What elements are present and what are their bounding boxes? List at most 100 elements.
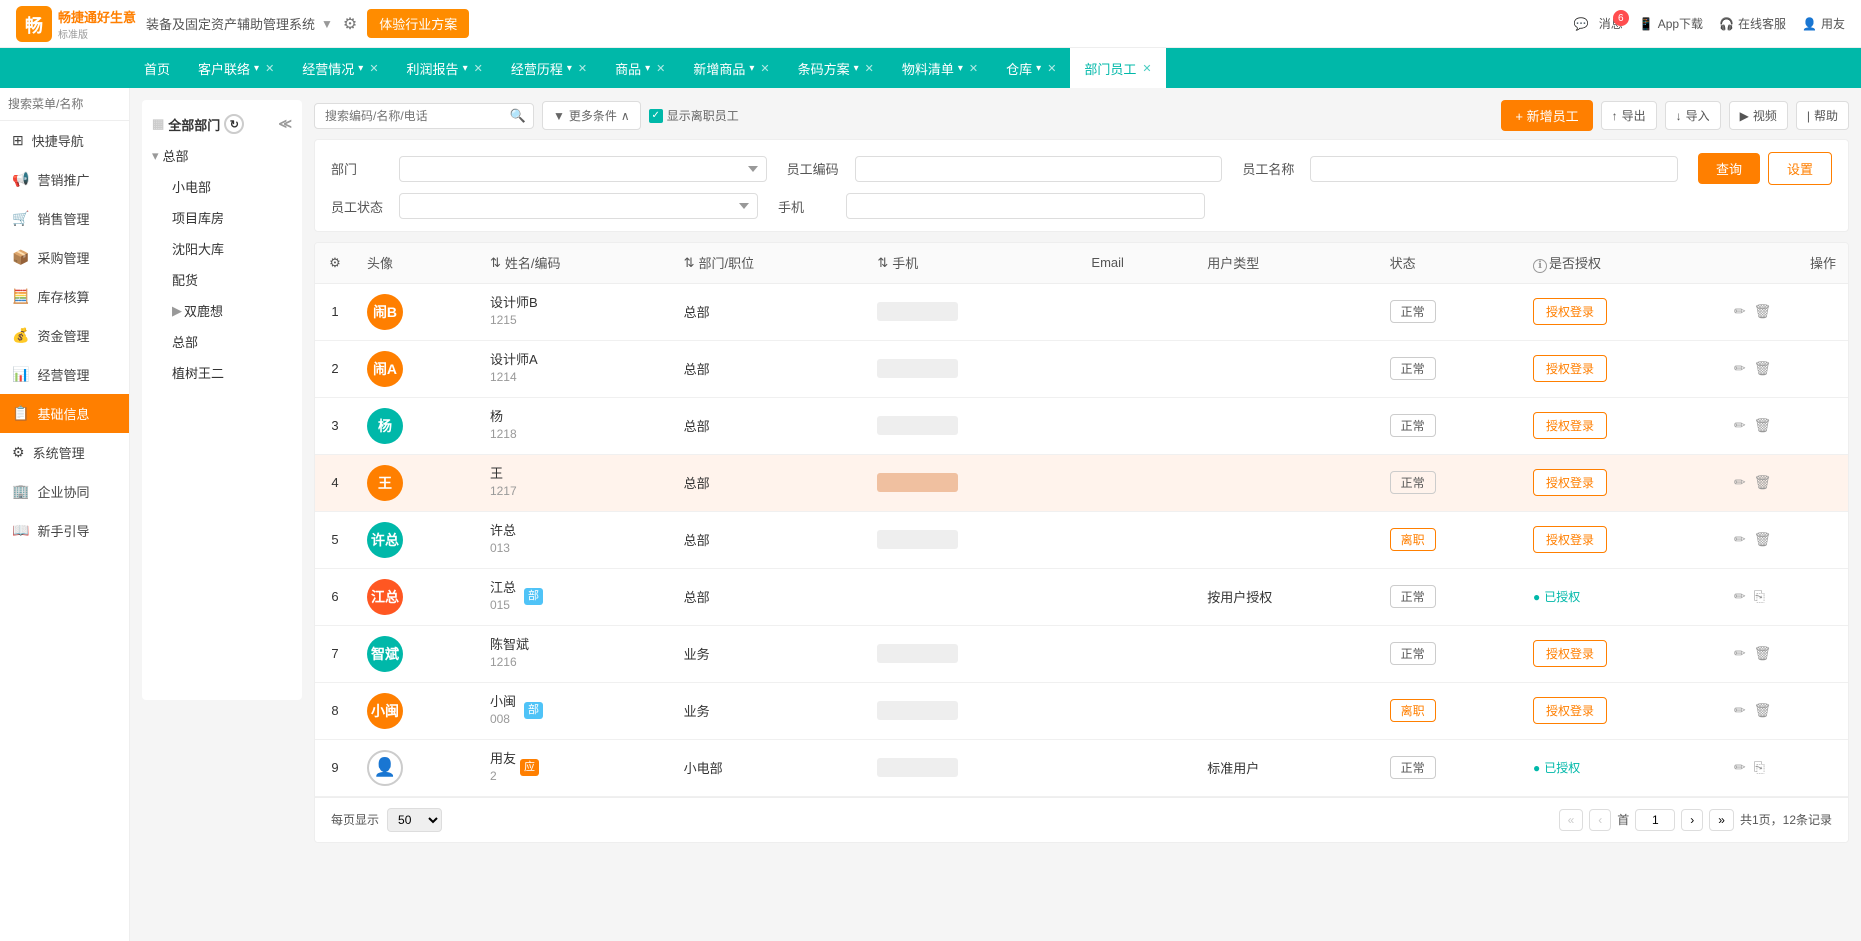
th-avatar: 头像: [355, 243, 478, 283]
auth-button[interactable]: 授权登录: [1533, 640, 1607, 667]
row-avatar: 王: [355, 454, 478, 511]
sidebar-item-marketing[interactable]: 📢 营销推广: [0, 160, 129, 199]
app-badge: 应: [520, 759, 539, 776]
tab-journey[interactable]: 经营历程 ▾ ✕: [497, 48, 601, 88]
sidebar-search-input[interactable]: [8, 97, 130, 111]
th-dept-pos[interactable]: ⇅ 部门/职位: [672, 243, 866, 283]
online-service-item[interactable]: 🎧 在线客服: [1719, 15, 1786, 32]
th-name-code[interactable]: ⇅ 姓名/编码: [478, 243, 672, 283]
prev-page-button[interactable]: ‹: [1589, 809, 1611, 831]
edit-icon[interactable]: ✏: [1734, 759, 1746, 776]
delete-icon[interactable]: 🗑: [1754, 531, 1772, 548]
edit-icon[interactable]: ✏: [1734, 645, 1746, 662]
dept-tree-item-double[interactable]: ▶ 双鹿想: [142, 295, 302, 326]
dept-refresh-icon[interactable]: ↻: [224, 114, 244, 134]
page-size-select[interactable]: 10 20 50 100: [387, 808, 442, 832]
message-item[interactable]: 💬 6 消息: [1574, 15, 1623, 32]
status-filter-select[interactable]: [399, 193, 758, 219]
sidebar-item-enterprise[interactable]: 🏢 企业协同: [0, 472, 129, 511]
tab-home[interactable]: 首页: [130, 48, 184, 88]
delete-icon[interactable]: 🗑: [1754, 474, 1772, 491]
dept-tree-item-head[interactable]: ▾ 总部: [142, 140, 302, 171]
edit-icon[interactable]: ✏: [1734, 360, 1746, 377]
copy-icon[interactable]: ⎘: [1754, 588, 1765, 605]
dept-tree-item-planting[interactable]: 植树王二: [142, 357, 302, 388]
row-avatar: 江总: [355, 568, 478, 625]
export-button[interactable]: ↑ 导出: [1601, 101, 1657, 130]
th-phone[interactable]: ⇅ 手机: [865, 243, 1079, 283]
app-download-item[interactable]: 📱 App下载: [1639, 15, 1703, 32]
auth-button[interactable]: 授权登录: [1533, 355, 1607, 382]
auth-button[interactable]: 授权登录: [1533, 526, 1607, 553]
user-icon: 👤: [1802, 17, 1817, 31]
delete-icon[interactable]: 🗑: [1754, 360, 1772, 377]
edit-icon[interactable]: ✏: [1734, 474, 1746, 491]
edit-icon[interactable]: ✏: [1734, 702, 1746, 719]
next-page-button[interactable]: ›: [1681, 809, 1703, 831]
delete-icon[interactable]: 🗑: [1754, 702, 1772, 719]
dept-tree-item-small-elec[interactable]: 小电部: [142, 171, 302, 202]
sidebar-item-sales[interactable]: 🛒 销售管理: [0, 199, 129, 238]
tab-business-status[interactable]: 经营情况 ▾ ✕: [288, 48, 392, 88]
tab-employees[interactable]: 部门员工 ✕: [1070, 48, 1165, 88]
edit-icon[interactable]: ✏: [1734, 303, 1746, 320]
first-page-button[interactable]: «: [1559, 809, 1584, 831]
sidebar-item-inventory[interactable]: 🧮 库存核算: [0, 277, 129, 316]
tab-customer[interactable]: 客户联络 ▾ ✕: [184, 48, 288, 88]
tab-customer-close[interactable]: ✕: [265, 62, 274, 75]
page-number-input[interactable]: [1635, 809, 1675, 831]
delete-icon[interactable]: 🗑: [1754, 303, 1772, 320]
edit-icon[interactable]: ✏: [1734, 531, 1746, 548]
experience-button[interactable]: 体验行业方案: [367, 9, 469, 38]
dept-tree-item-project[interactable]: 项目库房: [142, 202, 302, 233]
row-dept: 总部: [672, 454, 866, 511]
tab-bom[interactable]: 物料清单 ▾ ✕: [888, 48, 992, 88]
auth-button[interactable]: 授权登录: [1533, 412, 1607, 439]
tab-barcode[interactable]: 条码方案 ▾ ✕: [784, 48, 888, 88]
th-settings[interactable]: ⚙: [315, 243, 355, 283]
sidebar-item-guide[interactable]: 📖 新手引导: [0, 511, 129, 550]
search-input[interactable]: [314, 103, 534, 129]
tab-new-product[interactable]: 新增商品 ▾ ✕: [679, 48, 783, 88]
sidebar-item-finance[interactable]: 💰 资金管理: [0, 316, 129, 355]
delete-icon[interactable]: 🗑: [1754, 417, 1772, 434]
tab-warehouse[interactable]: 仓库 ▾ ✕: [992, 48, 1070, 88]
help-button[interactable]: | 帮助: [1796, 101, 1849, 130]
phone-filter-label: 手机: [778, 197, 838, 216]
sidebar-item-basic[interactable]: 📋 基础信息: [0, 394, 129, 433]
auth-button[interactable]: 授权登录: [1533, 697, 1607, 724]
filter-row-1: 部门 员工编码 员工名称 查询 设置: [331, 152, 1832, 185]
auth-button[interactable]: 授权登录: [1533, 469, 1607, 496]
phone-filter-input[interactable]: [846, 193, 1205, 219]
edit-icon[interactable]: ✏: [1734, 588, 1746, 605]
user-item[interactable]: 👤 用友: [1802, 15, 1845, 32]
dept-tree-item-delivery[interactable]: 配货: [142, 264, 302, 295]
tab-profit[interactable]: 利润报告 ▾ ✕: [393, 48, 497, 88]
query-button[interactable]: 查询: [1698, 153, 1760, 184]
inventory-icon: 🧮: [12, 288, 29, 305]
video-button[interactable]: ▶ 视频: [1729, 101, 1788, 130]
edit-icon[interactable]: ✏: [1734, 417, 1746, 434]
dept-filter-select[interactable]: [399, 156, 767, 182]
sidebar-item-system[interactable]: ⚙ 系统管理: [0, 433, 129, 472]
tab-products[interactable]: 商品 ▾ ✕: [601, 48, 679, 88]
tab-employees-close[interactable]: ✕: [1142, 62, 1151, 75]
sidebar-item-quick-nav[interactable]: ⊞ 快捷导航: [0, 121, 129, 160]
add-employee-button[interactable]: + 新增员工: [1501, 100, 1592, 131]
dept-tree-item-head2[interactable]: 总部: [142, 326, 302, 357]
dept-tree-item-shenyang[interactable]: 沈阳大库: [142, 233, 302, 264]
copy-icon[interactable]: ⎘: [1754, 759, 1765, 776]
sidebar-item-purchase[interactable]: 📦 采购管理: [0, 238, 129, 277]
emp-name-input[interactable]: [1310, 156, 1678, 182]
more-filter-button[interactable]: ▼ 更多条件 ∧: [542, 101, 641, 130]
dept-collapse-icon[interactable]: ≪: [278, 116, 292, 132]
settings-button[interactable]: 设置: [1768, 152, 1832, 185]
import-button[interactable]: ↓ 导入: [1665, 101, 1721, 130]
delete-icon[interactable]: 🗑: [1754, 645, 1772, 662]
last-page-button[interactable]: »: [1709, 809, 1734, 831]
auth-button[interactable]: 授权登录: [1533, 298, 1607, 325]
settings-gear-button[interactable]: ⚙: [343, 14, 357, 34]
show-leave-toggle[interactable]: ✓ 显示离职员工: [649, 107, 739, 124]
emp-code-input[interactable]: [855, 156, 1223, 182]
sidebar-item-business[interactable]: 📊 经营管理: [0, 355, 129, 394]
